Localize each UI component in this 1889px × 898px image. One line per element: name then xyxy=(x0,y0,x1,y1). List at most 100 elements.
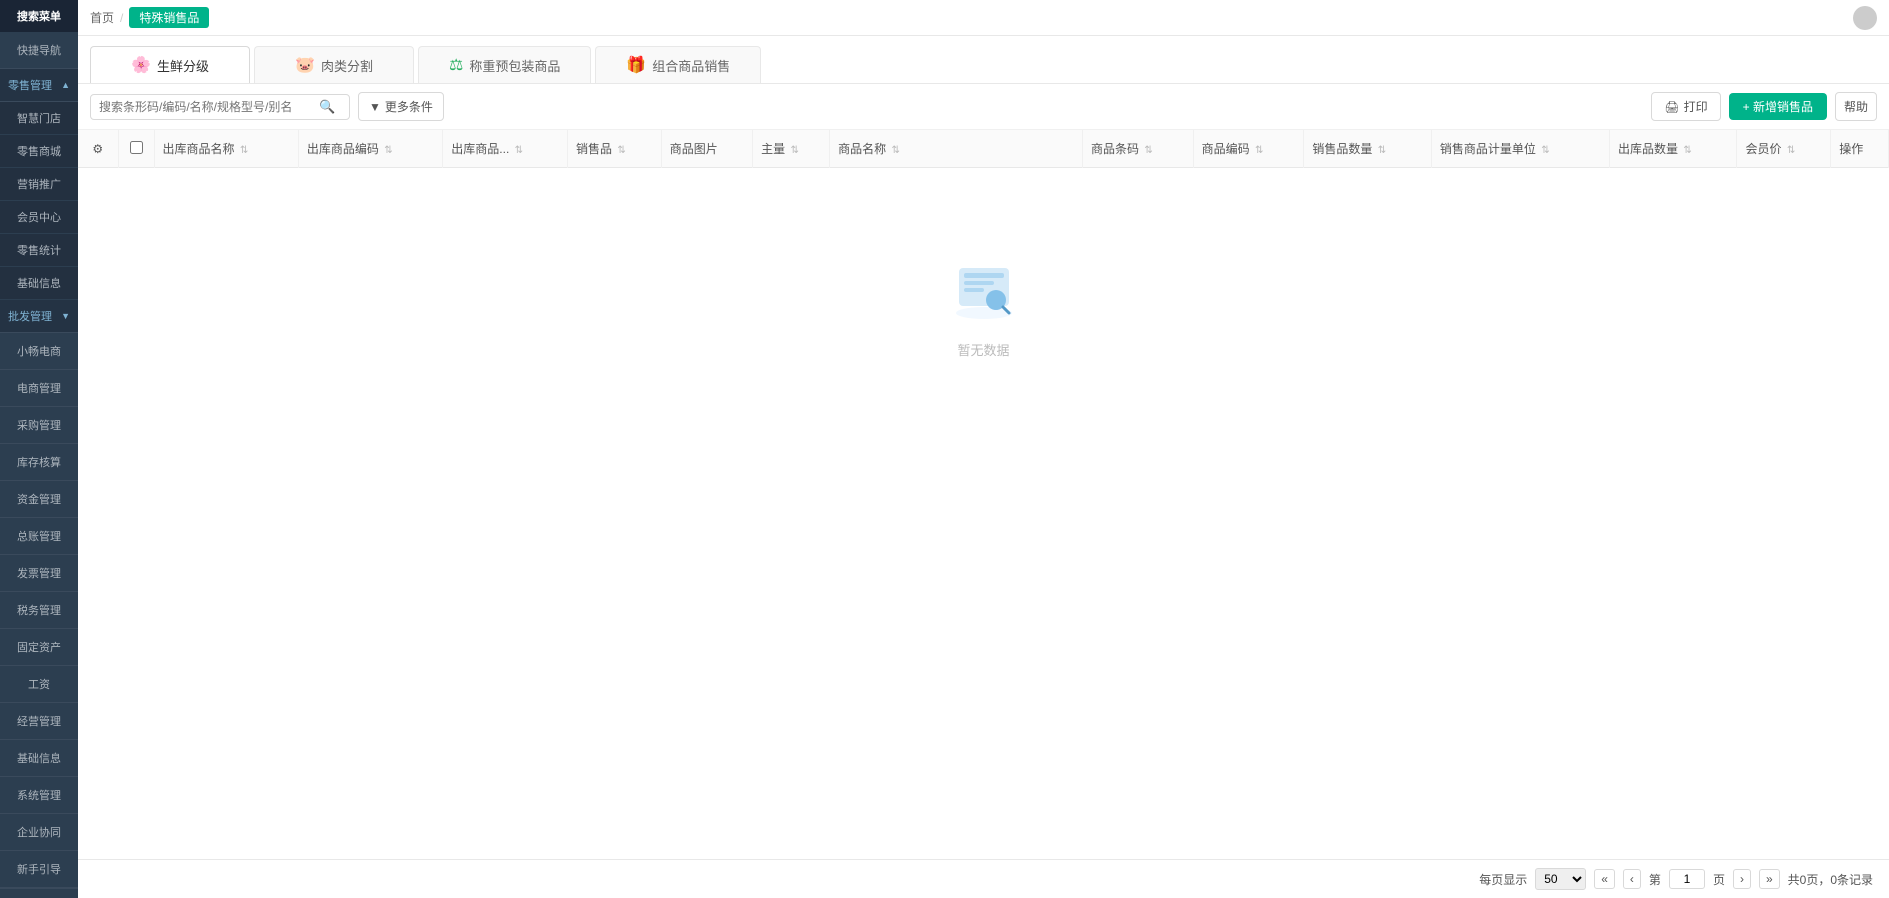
th-goods-code[interactable]: 商品编码 ⇅ xyxy=(1193,130,1304,168)
th-goods-name[interactable]: 商品名称 ⇅ xyxy=(830,130,1083,168)
breadcrumb-current: 特殊销售品 xyxy=(129,7,209,28)
weight-package-icon: ⚖ xyxy=(449,55,463,75)
sort-icon: ⇅ xyxy=(1541,145,1549,156)
sidebar-item-new-guide[interactable]: 新手引导 xyxy=(0,851,78,888)
add-label: + 新增销售品 xyxy=(1743,98,1813,115)
sidebar-item-quick-nav[interactable]: 快捷导航 xyxy=(0,32,78,69)
sidebar-item-general-ledger[interactable]: 总账管理 xyxy=(0,518,78,555)
retail-mgmt-label: 零售管理 xyxy=(8,77,52,93)
sidebar-logo[interactable]: 搜索菜单 xyxy=(0,0,78,32)
sort-icon: ⇅ xyxy=(1144,145,1152,156)
page-number-input[interactable] xyxy=(1669,869,1705,889)
table-header-row: ⚙ 出库商品名称 ⇅ 出库商品编码 ⇅ 出库商品... ⇅ xyxy=(78,130,1889,168)
th-out-spec[interactable]: 出库商品... ⇅ xyxy=(443,130,568,168)
sidebar-item-fund-mgmt[interactable]: 资金管理 xyxy=(0,481,78,518)
th-out-spec-label: 出库商品... xyxy=(451,142,509,156)
th-sales-unit-label: 销售商品计量单位 xyxy=(1440,142,1536,156)
th-goods-barcode[interactable]: 商品条码 ⇅ xyxy=(1083,130,1194,168)
sidebar-item-purchase-mgmt[interactable]: 采购管理 xyxy=(0,407,78,444)
tab-fresh-grade[interactable]: 🌸 生鲜分级 xyxy=(90,46,250,83)
search-input[interactable] xyxy=(99,100,319,114)
sidebar-gear-button[interactable]: ⚙ xyxy=(0,888,78,898)
tab-meat-split[interactable]: 🐷 肉类分割 xyxy=(254,46,414,83)
sidebar-item-fixed-assets[interactable]: 固定资产 xyxy=(0,629,78,666)
th-sales-qty[interactable]: 销售品数量 ⇅ xyxy=(1304,130,1432,168)
th-member-price[interactable]: 会员价 ⇅ xyxy=(1737,130,1831,168)
sidebar-item-member-center[interactable]: 会员中心 xyxy=(0,201,78,234)
th-goods-barcode-label: 商品条码 xyxy=(1091,142,1139,156)
top-right xyxy=(1853,6,1877,30)
sidebar-item-enterprise-coop[interactable]: 企业协同 xyxy=(0,814,78,851)
first-page-button[interactable]: « xyxy=(1594,869,1615,889)
empty-state: 暂无数据 xyxy=(78,168,1889,439)
sidebar-item-basic-info2[interactable]: 基础信息 xyxy=(0,740,78,777)
th-out-qty[interactable]: 出库品数量 ⇅ xyxy=(1609,130,1737,168)
pagination-bar: 每页显示 10 20 50 100 « ‹ 第 页 › » 共0页，0条记录 xyxy=(78,859,1889,898)
sidebar-item-inventory-mgmt[interactable]: 库存核算 xyxy=(0,444,78,481)
fresh-grade-icon: 🌸 xyxy=(131,55,151,75)
th-out-name[interactable]: 出库商品名称 ⇅ xyxy=(154,130,298,168)
print-icon: 🖨 xyxy=(1664,100,1679,114)
sidebar-item-mini-ecom[interactable]: 小畅电商 xyxy=(0,333,78,370)
sidebar-item-system-mgmt[interactable]: 系统管理 xyxy=(0,777,78,814)
sidebar-item-tax-mgmt[interactable]: 税务管理 xyxy=(0,592,78,629)
sidebar-item-invoice-mgmt[interactable]: 发票管理 xyxy=(0,555,78,592)
per-page-select[interactable]: 10 20 50 100 xyxy=(1535,868,1586,890)
sort-icon: ⇅ xyxy=(791,145,799,156)
page-label-prefix: 第 xyxy=(1649,871,1661,888)
th-check[interactable] xyxy=(118,130,154,168)
toolbar-right: 🖨 打印 + 新增销售品 帮助 xyxy=(1651,92,1877,121)
sidebar-item-retail-mall[interactable]: 零售商城 xyxy=(0,135,78,168)
sort-icon: ⇅ xyxy=(1787,145,1795,156)
sidebar-item-wholesale-mgmt[interactable]: 批发管理 ▼ xyxy=(0,300,78,333)
sort-icon: ⇅ xyxy=(617,145,625,156)
tab-fresh-grade-label: 生鲜分级 xyxy=(157,56,209,75)
combo-sales-icon: 🎁 xyxy=(626,55,646,75)
th-out-code-label: 出库商品编码 xyxy=(307,142,379,156)
sidebar-item-retail-mgmt[interactable]: 零售管理 ▲ xyxy=(0,69,78,102)
sidebar-item-basic-info[interactable]: 基础信息 xyxy=(0,267,78,300)
th-gear[interactable]: ⚙ xyxy=(78,130,118,168)
th-action-label: 操作 xyxy=(1839,142,1863,156)
sidebar-item-retail-stats[interactable]: 零售统计 xyxy=(0,234,78,267)
data-table: ⚙ 出库商品名称 ⇅ 出库商品编码 ⇅ 出库商品... ⇅ xyxy=(78,130,1889,168)
sidebar-item-salary[interactable]: 工资 xyxy=(0,666,78,703)
th-out-name-label: 出库商品名称 xyxy=(163,142,235,156)
sidebar-item-smart-store[interactable]: 智慧门店 xyxy=(0,102,78,135)
add-sales-button[interactable]: + 新增销售品 xyxy=(1729,93,1827,120)
sidebar-item-sales-promo[interactable]: 营销推广 xyxy=(0,168,78,201)
print-button[interactable]: 🖨 打印 xyxy=(1651,92,1720,121)
sidebar: 搜索菜单 快捷导航 零售管理 ▲ 智慧门店 零售商城 营销推广 会员中心 零售统… xyxy=(0,0,78,898)
help-label: 帮助 xyxy=(1844,100,1868,114)
filter-label: 更多条件 xyxy=(385,98,433,115)
tab-combo-sales-label: 组合商品销售 xyxy=(652,56,730,75)
empty-text: 暂无数据 xyxy=(957,340,1009,359)
tab-combo-sales[interactable]: 🎁 组合商品销售 xyxy=(595,46,761,83)
wholesale-mgmt-label: 批发管理 xyxy=(8,308,52,324)
th-out-code[interactable]: 出库商品编码 ⇅ xyxy=(298,130,442,168)
tab-weight-package[interactable]: ⚖ 称重预包装商品 xyxy=(418,46,591,83)
search-icon[interactable]: 🔍 xyxy=(319,99,335,115)
help-button[interactable]: 帮助 xyxy=(1835,92,1877,121)
sort-icon: ⇅ xyxy=(1255,145,1263,156)
filter-button[interactable]: ▼ 更多条件 xyxy=(358,92,444,121)
th-goods-img-label: 商品图片 xyxy=(670,142,718,156)
th-sales-goods[interactable]: 销售品 ⇅ xyxy=(567,130,661,168)
breadcrumb-separator: / xyxy=(120,11,123,25)
print-label: 打印 xyxy=(1684,98,1708,115)
th-weight[interactable]: 主量 ⇅ xyxy=(753,130,830,168)
sidebar-item-ecom-mgmt[interactable]: 电商管理 xyxy=(0,370,78,407)
sort-icon: ⇅ xyxy=(240,145,248,156)
select-all-checkbox[interactable] xyxy=(130,141,143,154)
avatar[interactable] xyxy=(1853,6,1877,30)
sort-icon: ⇅ xyxy=(1683,145,1691,156)
prev-page-button[interactable]: ‹ xyxy=(1623,869,1641,889)
search-box[interactable]: 🔍 xyxy=(90,94,350,120)
breadcrumb-home[interactable]: 首页 xyxy=(90,9,114,26)
toolbar: 🔍 ▼ 更多条件 🖨 打印 + 新增销售品 帮助 xyxy=(78,84,1889,130)
th-sales-unit[interactable]: 销售商品计量单位 ⇅ xyxy=(1431,130,1609,168)
main-content: 首页 / 特殊销售品 🌸 生鲜分级 🐷 肉类分割 ⚖ 称重预包装商品 🎁 组合商… xyxy=(78,0,1889,898)
last-page-button[interactable]: » xyxy=(1759,869,1780,889)
sidebar-item-business-mgmt[interactable]: 经营管理 xyxy=(0,703,78,740)
next-page-button[interactable]: › xyxy=(1733,869,1751,889)
